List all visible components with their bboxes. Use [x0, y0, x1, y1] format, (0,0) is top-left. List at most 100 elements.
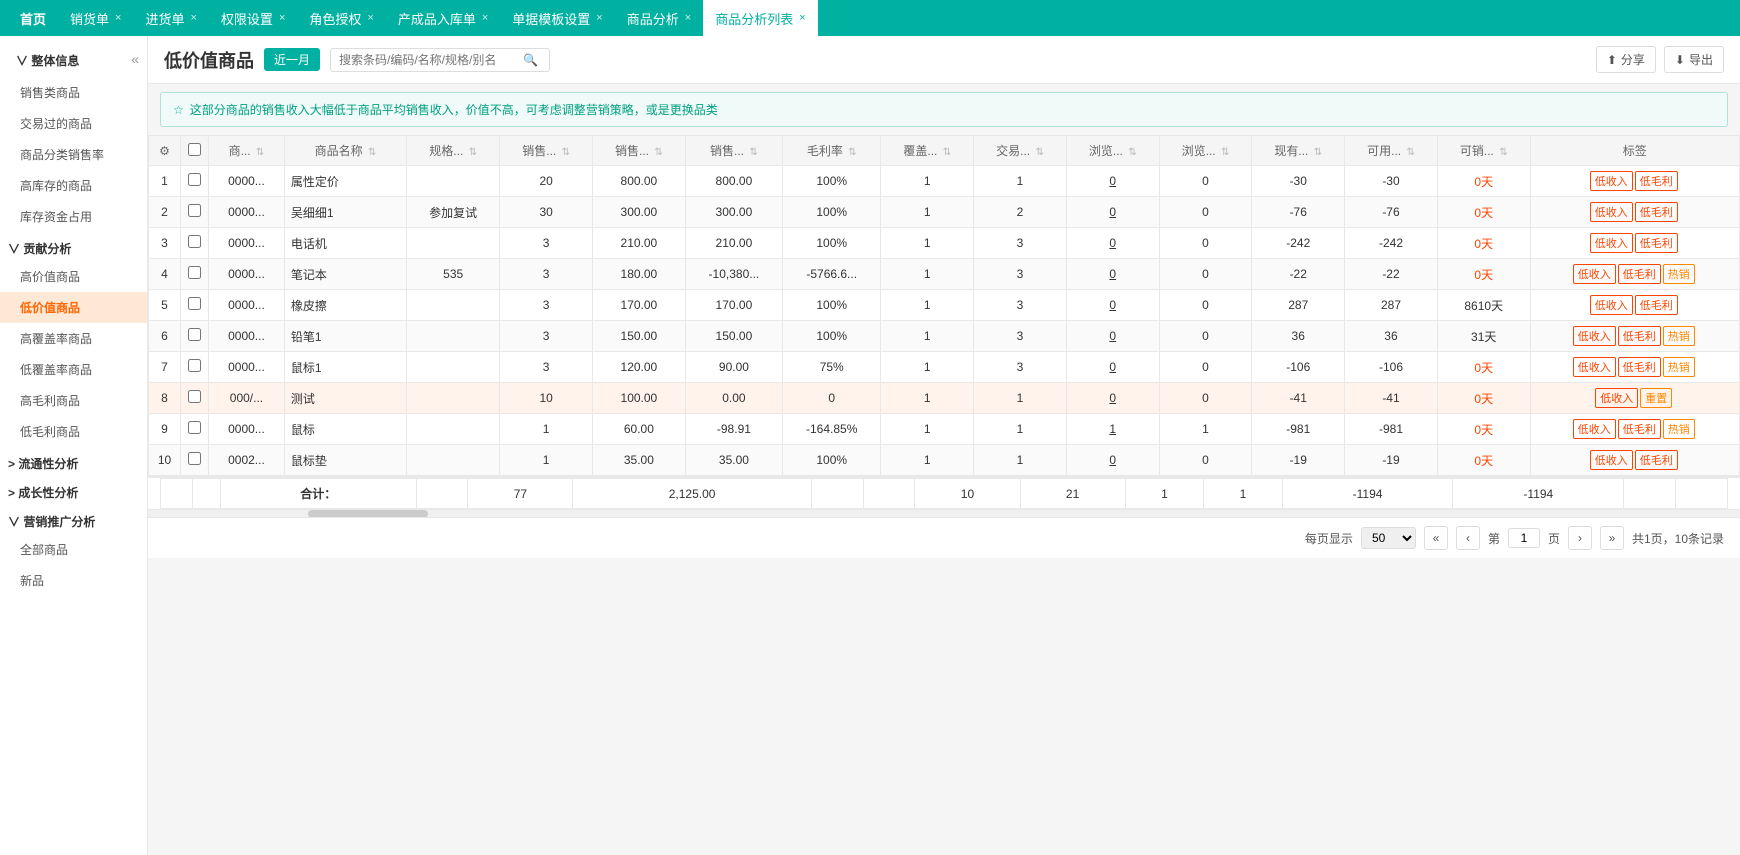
row-checkbox[interactable]	[188, 421, 201, 434]
view-link[interactable]: 0	[1109, 391, 1116, 405]
nav-order-template[interactable]: 单据模板设置 ×	[500, 0, 614, 36]
view-link[interactable]: 0	[1109, 174, 1116, 188]
nav-product-inbound[interactable]: 产成品入库单 ×	[386, 0, 500, 36]
nav-home[interactable]: 首页	[8, 0, 58, 36]
row-checkbox[interactable]	[188, 297, 201, 310]
next-page-btn[interactable]: ›	[1568, 526, 1592, 550]
view-link[interactable]: 0	[1109, 453, 1116, 467]
row-tags: 低收入低毛利热销	[1530, 259, 1739, 290]
close-sales-order[interactable]: ×	[115, 12, 121, 24]
row-view1[interactable]: 0	[1066, 383, 1159, 414]
info-banner: ☆ 这部分商品的销售收入大幅低于商品平均销售收入，价值不高，可考虑调整营销策略，…	[160, 92, 1728, 127]
row-checkbox-cell[interactable]	[181, 414, 209, 445]
row-view1[interactable]: 0	[1066, 352, 1159, 383]
view-link[interactable]: 0	[1109, 267, 1116, 281]
sidebar-item-stock-capital[interactable]: 库存资金占用	[0, 201, 147, 232]
data-table-container[interactable]: ⚙ 商... ⇅ 商品名称 ⇅ 规格... ⇅ 销售... ⇅ 销售... ⇅ …	[148, 135, 1740, 476]
search-icon[interactable]: 🔍	[523, 53, 538, 67]
prev-page-btn[interactable]: ‹	[1456, 526, 1480, 550]
nav-product-analysis-list[interactable]: 商品分析列表 ×	[703, 0, 817, 36]
row-sellable: 31天	[1437, 321, 1530, 352]
sidebar-collapse-btn[interactable]: «	[131, 51, 139, 67]
view-link[interactable]: 0	[1109, 298, 1116, 312]
row-spec	[407, 445, 500, 476]
sidebar-item-sales-goods[interactable]: 销售类商品	[0, 77, 147, 108]
nav-role-auth[interactable]: 角色授权 ×	[297, 0, 385, 36]
close-order-template[interactable]: ×	[596, 12, 602, 24]
sidebar-group-circulation[interactable]: > 流通性分析	[0, 447, 147, 476]
close-permission[interactable]: ×	[279, 12, 285, 24]
sidebar-group-overall[interactable]: ∨ 整体信息	[8, 44, 87, 73]
sidebar-item-traded-goods[interactable]: 交易过的商品	[0, 108, 147, 139]
row-tags: 低收入低毛利	[1530, 445, 1739, 476]
row-checkbox[interactable]	[188, 390, 201, 403]
row-checkbox[interactable]	[188, 266, 201, 279]
row-checkbox-cell[interactable]	[181, 166, 209, 197]
nav-sales-order[interactable]: 销货单 ×	[58, 0, 133, 36]
view-link[interactable]: 0	[1109, 205, 1116, 219]
close-purchase-order[interactable]: ×	[190, 12, 196, 24]
row-view1[interactable]: 0	[1066, 228, 1159, 259]
close-product-analysis-list[interactable]: ×	[799, 12, 805, 24]
row-checkbox-cell[interactable]	[181, 352, 209, 383]
share-button[interactable]: ⬆ 分享	[1596, 46, 1656, 73]
row-view1[interactable]: 1	[1066, 414, 1159, 445]
nav-purchase-order[interactable]: 进货单 ×	[133, 0, 208, 36]
row-checkbox[interactable]	[188, 452, 201, 465]
page-label: 第	[1488, 530, 1500, 547]
sidebar-item-high-margin[interactable]: 高毛利商品	[0, 385, 147, 416]
page-input[interactable]	[1508, 528, 1540, 548]
first-page-btn[interactable]: «	[1424, 526, 1448, 550]
view-link[interactable]: 0	[1109, 329, 1116, 343]
row-checkbox[interactable]	[188, 204, 201, 217]
sidebar-item-low-value[interactable]: 低价值商品	[0, 292, 147, 323]
sidebar-item-high-coverage[interactable]: 高覆盖率商品	[0, 323, 147, 354]
col-gear[interactable]: ⚙	[149, 136, 181, 166]
view-link[interactable]: 0	[1109, 236, 1116, 250]
sidebar-item-all-goods[interactable]: 全部商品	[0, 534, 147, 565]
last-page-btn[interactable]: »	[1600, 526, 1624, 550]
row-checkbox[interactable]	[188, 173, 201, 186]
row-checkbox[interactable]	[188, 359, 201, 372]
nav-product-analysis[interactable]: 商品分析 ×	[615, 0, 703, 36]
sidebar-item-low-coverage[interactable]: 低覆盖率商品	[0, 354, 147, 385]
sidebar-group-growth[interactable]: > 成长性分析	[0, 476, 147, 505]
row-view1[interactable]: 0	[1066, 445, 1159, 476]
select-all-checkbox[interactable]	[188, 143, 201, 156]
row-coverage: 1	[881, 290, 974, 321]
sidebar-item-category-sales-rate[interactable]: 商品分类销售率	[0, 139, 147, 170]
row-checkbox-cell[interactable]	[181, 290, 209, 321]
row-view1[interactable]: 0	[1066, 166, 1159, 197]
sidebar-group-contribution[interactable]: ∨ 贡献分析	[0, 232, 147, 261]
close-product-analysis[interactable]: ×	[685, 12, 691, 24]
close-role-auth[interactable]: ×	[367, 12, 373, 24]
row-checkbox-cell[interactable]	[181, 383, 209, 414]
export-button[interactable]: ⬇ 导出	[1664, 46, 1724, 73]
view-link[interactable]: 0	[1109, 360, 1116, 374]
close-product-inbound[interactable]: ×	[482, 12, 488, 24]
row-checkbox-cell[interactable]	[181, 197, 209, 228]
row-view1[interactable]: 0	[1066, 290, 1159, 321]
gear-icon[interactable]: ⚙	[159, 144, 170, 158]
row-checkbox-cell[interactable]	[181, 445, 209, 476]
sidebar-group-marketing[interactable]: ∨ 营销推广分析	[0, 505, 147, 534]
nav-permission[interactable]: 权限设置 ×	[209, 0, 297, 36]
page-size-select[interactable]: 50 100 200	[1361, 527, 1416, 549]
sidebar-item-high-value[interactable]: 高价值商品	[0, 261, 147, 292]
sidebar-item-high-stock[interactable]: 高库存的商品	[0, 170, 147, 201]
search-input[interactable]	[339, 53, 519, 67]
row-checkbox-cell[interactable]	[181, 228, 209, 259]
row-view1[interactable]: 0	[1066, 259, 1159, 290]
row-view1[interactable]: 0	[1066, 197, 1159, 228]
row-checkbox[interactable]	[188, 328, 201, 341]
view-link[interactable]: 1	[1109, 422, 1116, 436]
horizontal-scrollbar[interactable]	[148, 509, 1740, 517]
row-checkbox[interactable]	[188, 235, 201, 248]
row-margin: 0	[783, 383, 881, 414]
sidebar-item-new-goods[interactable]: 新品	[0, 565, 147, 596]
sidebar-item-low-margin[interactable]: 低毛利商品	[0, 416, 147, 447]
row-view1[interactable]: 0	[1066, 321, 1159, 352]
row-checkbox-cell[interactable]	[181, 259, 209, 290]
period-button[interactable]: 近一月	[264, 48, 320, 71]
row-checkbox-cell[interactable]	[181, 321, 209, 352]
